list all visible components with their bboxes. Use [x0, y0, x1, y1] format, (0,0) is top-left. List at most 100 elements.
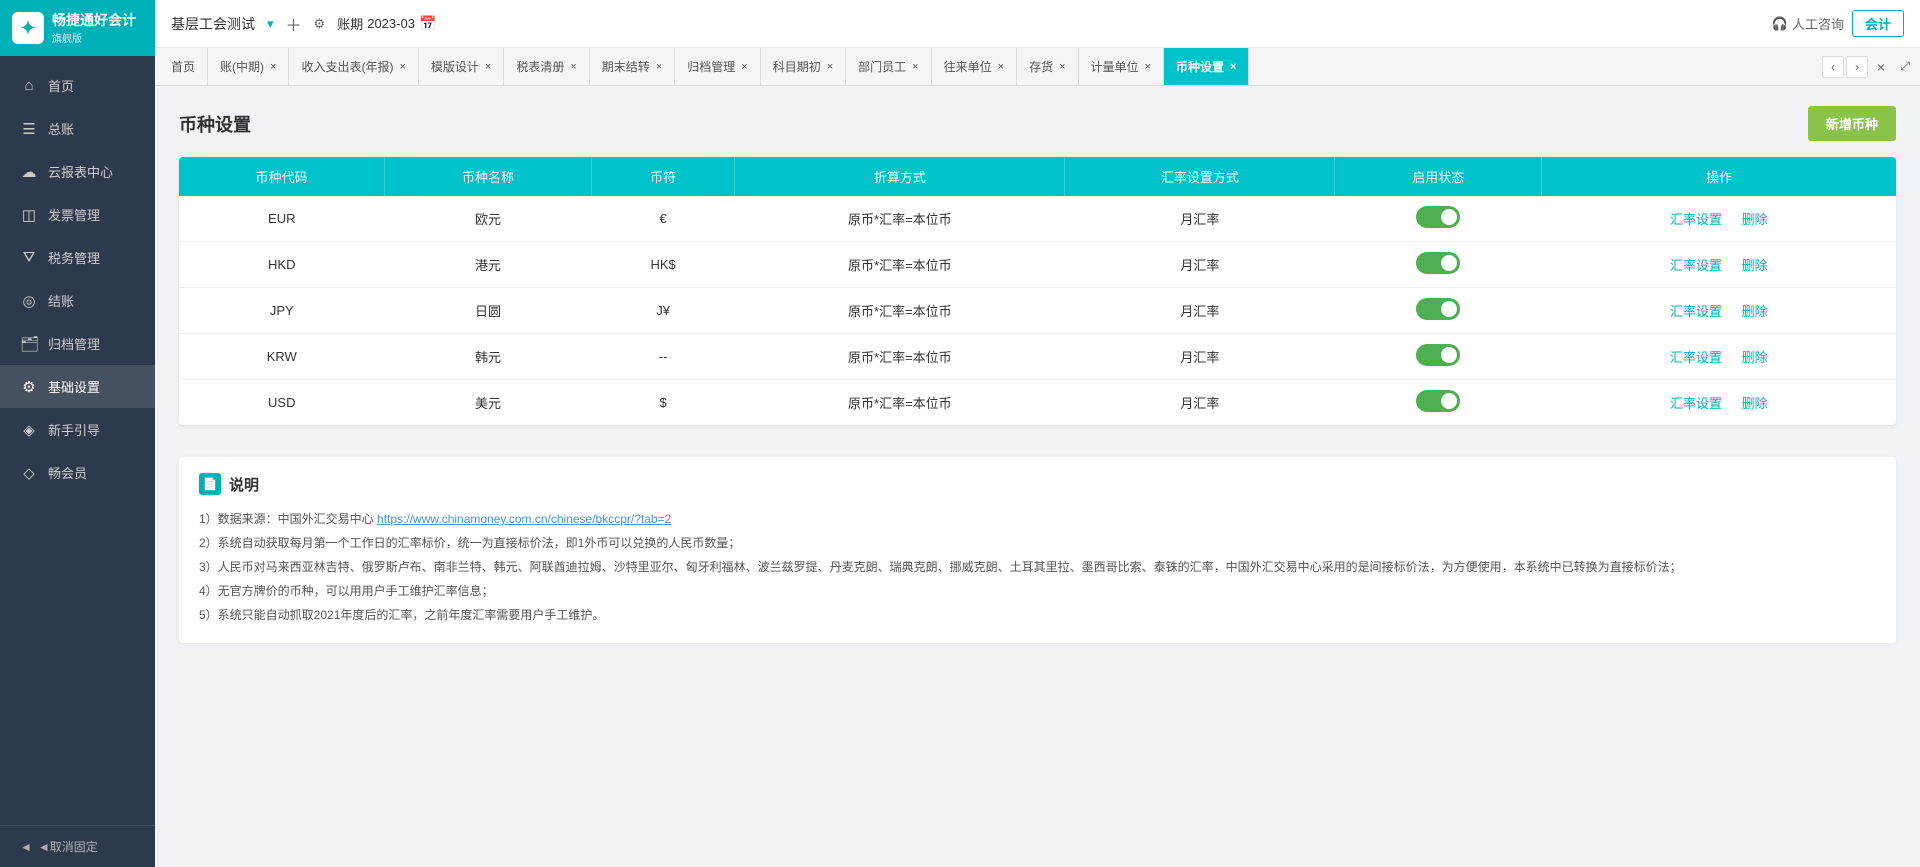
tab-expand-button[interactable]: ⤢ [1894, 56, 1916, 78]
cell-status-4 [1335, 380, 1542, 426]
notes-title: 说明 [229, 474, 259, 495]
tab-archive-mgr-close[interactable]: × [741, 61, 747, 73]
delete-link-1[interactable]: 删除 [1742, 258, 1768, 273]
tab-home[interactable]: 首页 [159, 48, 208, 86]
tab-tax-clear[interactable]: 税表清册 × [504, 48, 589, 86]
sidebar-item-member[interactable]: ◇ 畅会员 [0, 451, 155, 494]
toggle-enabled-0[interactable] [1416, 206, 1460, 228]
cell-name-1: 港元 [385, 242, 592, 288]
new-currency-button[interactable]: 新增币种 [1808, 106, 1896, 141]
col-code: 币种代码 [179, 157, 385, 196]
tab-period-close[interactable]: × [270, 61, 276, 73]
delete-link-0[interactable]: 删除 [1742, 212, 1768, 227]
notes-section: 📄 说明 1）数据来源：中国外汇交易中心 https://www.chinamo… [179, 457, 1896, 643]
tab-template-close[interactable]: × [485, 61, 491, 73]
tab-period-end-close[interactable]: × [656, 61, 662, 73]
pin-label: ◄取消固定 [38, 838, 98, 855]
tab-next-button[interactable]: › [1846, 56, 1868, 78]
cell-name-2: 日圆 [385, 288, 592, 334]
tab-stock[interactable]: 存货 × [1017, 48, 1078, 86]
cell-name-3: 韩元 [385, 334, 592, 380]
tab-currency[interactable]: 币种设置 × [1164, 48, 1249, 86]
checkout-icon: ◎ [20, 292, 38, 310]
sidebar-pin-toggle[interactable]: ◄ ◄取消固定 [0, 825, 155, 867]
rate-setting-link-3[interactable]: 汇率设置 [1670, 350, 1722, 365]
sidebar-item-report[interactable]: ☁ 云报表中心 [0, 150, 155, 193]
cell-status-3 [1335, 334, 1542, 380]
notes-list: 1）数据来源：中国外汇交易中心 https://www.chinamoney.c… [199, 507, 1876, 627]
tab-unit[interactable]: 计量单位 × [1079, 48, 1164, 86]
tab-period-end[interactable]: 期末结转 × [590, 48, 675, 86]
cell-rate-type-3: 月汇率 [1065, 334, 1335, 380]
project-title: 基层工会测试 [171, 14, 255, 34]
col-name: 币种名称 [385, 157, 592, 196]
tab-archive-mgr-label: 归档管理 [687, 58, 735, 75]
cell-calc-0: 原币*汇率=本位币 [735, 196, 1065, 242]
col-rate-type: 汇率设置方式 [1065, 157, 1335, 196]
tab-partner[interactable]: 往来单位 × [932, 48, 1017, 86]
sidebar-item-archive[interactable]: 🗂 归档管理 [0, 322, 155, 365]
account-button[interactable]: 会计 [1852, 10, 1904, 37]
tab-dept[interactable]: 部门员工 × [846, 48, 931, 86]
sidebar-logo: ✦ 畅捷通好会计 旗舰版 [0, 0, 155, 56]
tab-template[interactable]: 模版设计 × [419, 48, 504, 86]
add-tab-button[interactable]: ＋ [286, 12, 302, 36]
toggle-enabled-1[interactable] [1416, 252, 1460, 274]
tab-tax-clear-close[interactable]: × [570, 61, 576, 73]
tab-income[interactable]: 收入支出表(年报) × [289, 48, 418, 86]
tab-income-close[interactable]: × [399, 61, 405, 73]
toggle-enabled-4[interactable] [1416, 390, 1460, 412]
tab-subject[interactable]: 科目期初 × [761, 48, 846, 86]
tab-stock-close[interactable]: × [1059, 61, 1065, 73]
cell-action-1: 汇率设置 删除 [1542, 242, 1896, 288]
cell-calc-2: 原币*汇率=本位币 [735, 288, 1065, 334]
sidebar-item-ledger[interactable]: ☰ 总账 [0, 107, 155, 150]
delete-link-3[interactable]: 删除 [1742, 350, 1768, 365]
archive-icon: 🗂 [20, 335, 38, 353]
sidebar-item-invoice[interactable]: ◫ 发票管理 [0, 193, 155, 236]
sidebar-item-tax[interactable]: ⛛ 税务管理 [0, 236, 155, 279]
content-area: 币种设置 新增币种 币种代码 币种名称 币符 折算方式 汇率设置方式 启用状态 … [155, 86, 1920, 867]
project-dropdown-icon[interactable]: ▾ [267, 16, 274, 32]
sidebar-item-guide[interactable]: ◈ 新手引导 [0, 408, 155, 451]
cell-rate-type-4: 月汇率 [1065, 380, 1335, 426]
tab-period[interactable]: 账(中期) × [208, 48, 289, 86]
settings-gear-icon[interactable]: ⚙ [314, 16, 326, 32]
tab-archive-mgr[interactable]: 归档管理 × [675, 48, 760, 86]
tab-stock-label: 存货 [1029, 58, 1053, 75]
tab-partner-close[interactable]: × [998, 61, 1004, 73]
tab-dept-close[interactable]: × [912, 61, 918, 73]
support-button[interactable]: 🎧 人工咨询 [1772, 14, 1844, 33]
cell-symbol-4: $ [591, 380, 735, 426]
support-label: 人工咨询 [1792, 14, 1844, 33]
cell-action-0: 汇率设置 删除 [1542, 196, 1896, 242]
note-item-0: 1）数据来源：中国外汇交易中心 https://www.chinamoney.c… [199, 507, 1876, 531]
tab-home-label: 首页 [171, 58, 195, 75]
invoice-icon: ◫ [20, 206, 38, 224]
home-icon: ⌂ [20, 77, 38, 94]
toggle-enabled-2[interactable] [1416, 298, 1460, 320]
cell-symbol-2: J¥ [591, 288, 735, 334]
tab-close-all-button[interactable]: × [1870, 56, 1892, 78]
tab-subject-close[interactable]: × [827, 61, 833, 73]
china-money-link[interactable]: https://www.chinamoney.com.cn/chinese/bk… [377, 512, 671, 526]
tab-currency-close[interactable]: × [1230, 61, 1236, 73]
settings-icon: ⚙ [20, 378, 38, 396]
cell-action-2: 汇率设置 删除 [1542, 288, 1896, 334]
sidebar-item-checkout[interactable]: ◎ 结账 [0, 279, 155, 322]
rate-setting-link-2[interactable]: 汇率设置 [1670, 304, 1722, 319]
sidebar-item-home[interactable]: ⌂ 首页 [0, 64, 155, 107]
cell-symbol-1: HK$ [591, 242, 735, 288]
toggle-enabled-3[interactable] [1416, 344, 1460, 366]
rate-setting-link-0[interactable]: 汇率设置 [1670, 212, 1722, 227]
tab-subject-label: 科目期初 [773, 58, 821, 75]
guide-icon: ◈ [20, 421, 38, 439]
sidebar-item-settings[interactable]: ⚙ 基础设置 [0, 365, 155, 408]
tab-prev-button[interactable]: ‹ [1822, 56, 1844, 78]
rate-setting-link-4[interactable]: 汇率设置 [1670, 396, 1722, 411]
rate-setting-link-1[interactable]: 汇率设置 [1670, 258, 1722, 273]
delete-link-2[interactable]: 删除 [1742, 304, 1768, 319]
calendar-icon[interactable]: 📅 [419, 15, 436, 32]
tab-unit-close[interactable]: × [1145, 61, 1151, 73]
delete-link-4[interactable]: 删除 [1742, 396, 1768, 411]
